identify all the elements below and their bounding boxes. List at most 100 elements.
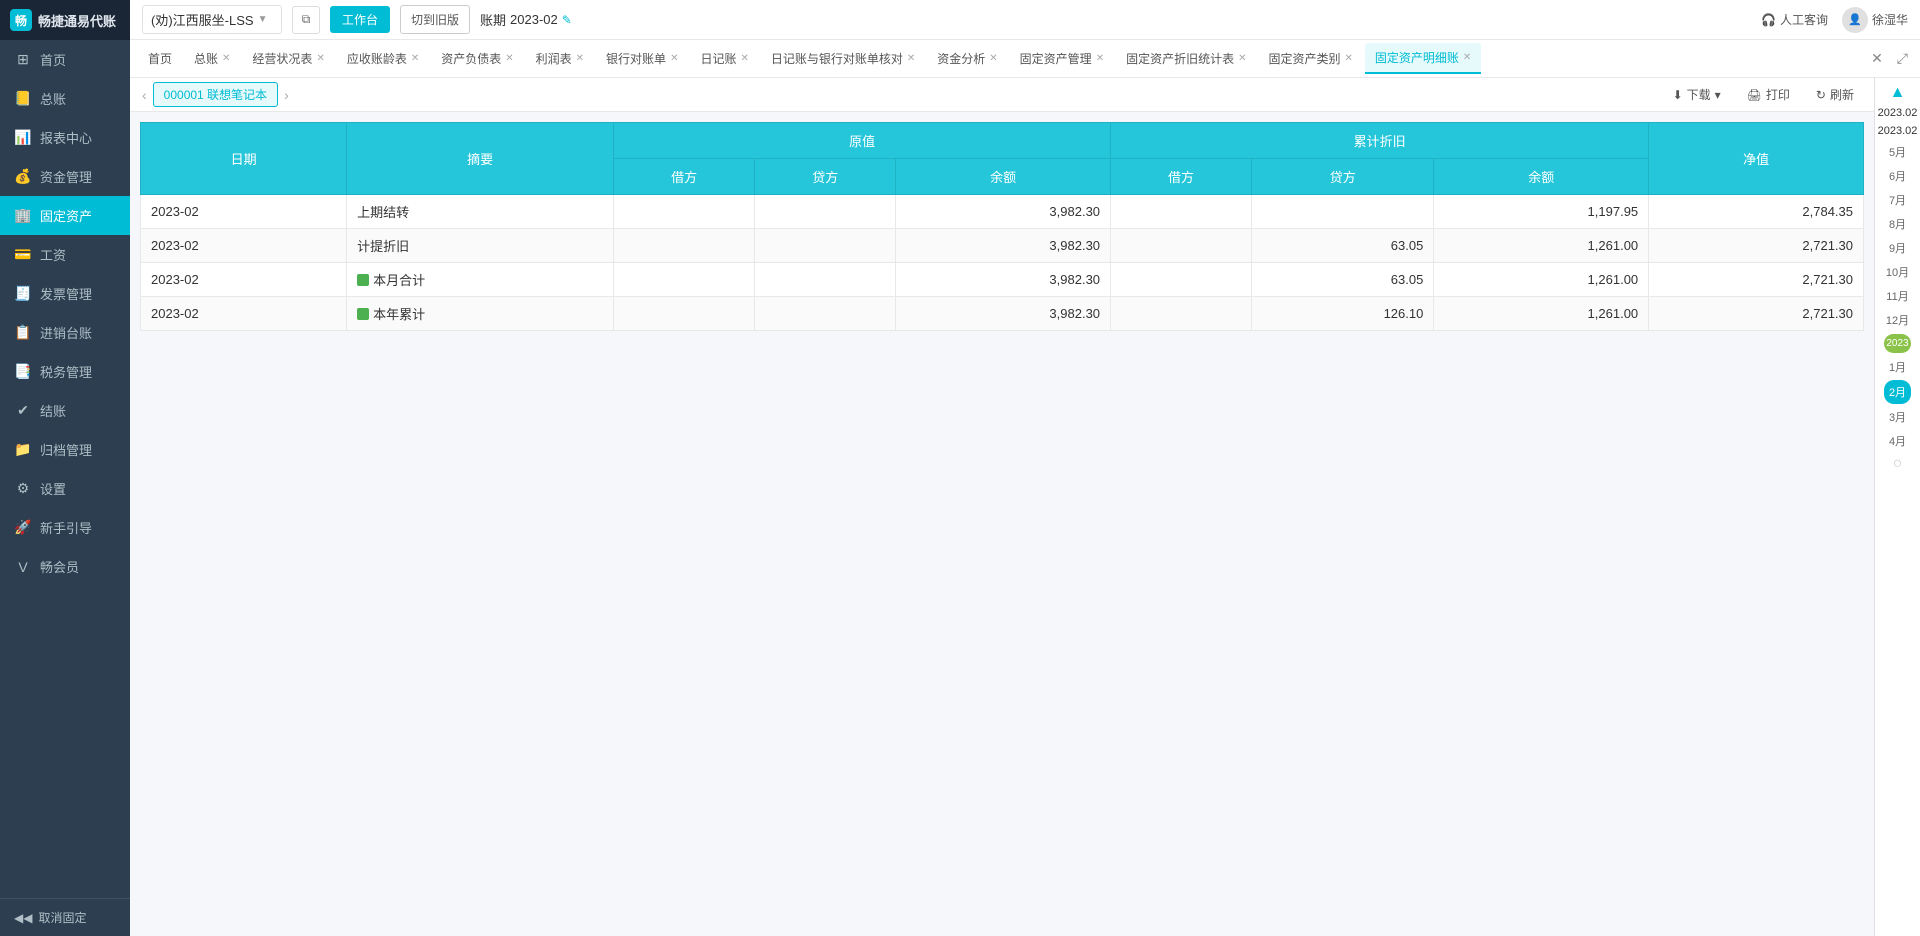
tab-journal[interactable]: 日记账 ✕ — [690, 44, 758, 73]
tab-bank-statement[interactable]: 银行对账单 ✕ — [596, 44, 688, 73]
timeline-item[interactable]: 7月 — [1880, 188, 1914, 212]
cell-net-value: 2,784.35 — [1649, 195, 1864, 229]
sidebar-item-purchase-sales[interactable]: 📋 进销台账 — [0, 313, 130, 352]
tab-management-status[interactable]: 经营状况表 ✕ — [242, 44, 334, 73]
old-version-button[interactable]: 切到旧版 — [400, 5, 470, 34]
tab-fixed-asset-detail-close[interactable]: ✕ — [1463, 52, 1471, 63]
sidebar-item-settings[interactable]: ⚙ 设置 — [0, 469, 130, 508]
timeline-item[interactable]: 8月 — [1880, 212, 1914, 236]
timeline-item[interactable]: 1月 — [1880, 355, 1914, 379]
nav-back-button[interactable]: ‹ — [142, 87, 147, 103]
cell-accum-credit: 63.05 — [1252, 229, 1434, 263]
timeline-item[interactable]: 5月 — [1880, 140, 1914, 164]
breadcrumb-item[interactable]: 000001 联想笔记本 — [153, 82, 278, 107]
tab-profit-close[interactable]: ✕ — [576, 53, 584, 64]
sidebar-item-member[interactable]: V 畅会员 — [0, 547, 130, 586]
copy-button[interactable]: ⧉ — [292, 6, 320, 34]
download-arrow-icon: ▾ — [1715, 88, 1721, 102]
tab-fixed-asset-mgmt-label: 固定资产管理 — [1020, 50, 1092, 67]
col-orig-balance: 余额 — [896, 159, 1111, 195]
timeline-scroll-up[interactable]: ▲ — [1888, 82, 1908, 104]
cell-summary: 上期结转 — [347, 195, 614, 229]
cell-orig-debit — [614, 229, 755, 263]
funds-icon: 💰 — [14, 168, 32, 185]
sidebar-item-fixed-assets[interactable]: 🏢 固定资产 — [0, 196, 130, 235]
sidebar-item-reports[interactable]: 📊 报表中心 — [0, 118, 130, 157]
tab-journal-bank-verify[interactable]: 日记账与银行对账单核对 ✕ — [761, 44, 925, 73]
tab-fixed-asset-mgmt[interactable]: 固定资产管理 ✕ — [1010, 44, 1114, 73]
print-button[interactable]: 🖨 打印 — [1739, 82, 1798, 107]
tab-fixed-depreciation-stat-close[interactable]: ✕ — [1238, 53, 1246, 64]
download-button[interactable]: ⬇ 下载 ▾ — [1665, 82, 1729, 107]
sidebar-item-salary[interactable]: 💳 工资 — [0, 235, 130, 274]
sidebar-item-invoice[interactable]: 🧾 发票管理 — [0, 274, 130, 313]
cell-accum-balance: 1,261.00 — [1434, 229, 1649, 263]
sidebar-item-ledger[interactable]: 📒 总账 — [0, 79, 130, 118]
tab-fixed-asset-detail[interactable]: 固定资产明细账 ✕ — [1365, 43, 1481, 74]
tab-journal-bank-verify-close[interactable]: ✕ — [907, 53, 915, 64]
period-value: 2023-02 — [510, 12, 558, 27]
tab-balance-sheet-close[interactable]: ✕ — [505, 53, 513, 64]
avatar: 👤 — [1842, 7, 1868, 33]
sidebar-item-settlement[interactable]: ✔ 结账 — [0, 391, 130, 430]
print-label: 打印 — [1766, 86, 1790, 103]
tab-receivable-age-close[interactable]: ✕ — [411, 53, 419, 64]
user-menu[interactable]: 👤 徐湿华 — [1842, 7, 1908, 33]
sidebar-item-guide[interactable]: 🚀 新手引导 — [0, 508, 130, 547]
timeline-item[interactable]: 9月 — [1880, 236, 1914, 260]
tab-balance-sheet[interactable]: 资产负债表 ✕ — [431, 44, 523, 73]
tab-home[interactable]: 首页 — [138, 44, 182, 73]
cell-accum-balance: 1,197.95 — [1434, 195, 1649, 229]
nav-forward-button[interactable]: › — [284, 87, 289, 103]
support-link[interactable]: 🎧 人工客询 — [1761, 11, 1828, 28]
tabbar-actions: ✕ ⤢ — [1867, 48, 1912, 69]
logo-text: 畅捷通易代账 — [38, 11, 116, 30]
tab-profit[interactable]: 利润表 ✕ — [526, 44, 594, 73]
tab-journal-close[interactable]: ✕ — [740, 53, 748, 64]
tab-management-status-close[interactable]: ✕ — [316, 53, 324, 64]
tab-fixed-asset-type-close[interactable]: ✕ — [1345, 53, 1353, 64]
sidebar-item-reports-label: 报表中心 — [40, 128, 92, 147]
timeline-item[interactable]: 10月 — [1880, 260, 1914, 284]
sidebar-item-home-label: 首页 — [40, 50, 66, 69]
settlement-icon: ✔ — [14, 402, 32, 419]
timeline-scroll-down[interactable]: ○ — [1891, 453, 1905, 475]
tab-fixed-depreciation-stat[interactable]: 固定资产折旧统计表 ✕ — [1116, 44, 1256, 73]
sidebar-item-ledger-label: 总账 — [40, 89, 66, 108]
sidebar-item-home[interactable]: ⊞ 首页 — [0, 40, 130, 79]
period-info: 账期 2023-02 ✎ — [480, 10, 572, 29]
tab-bank-statement-close[interactable]: ✕ — [670, 53, 678, 64]
timeline-item[interactable]: 11月 — [1880, 284, 1914, 308]
cell-date: 2023-02 — [141, 263, 347, 297]
timeline-item[interactable]: 12月 — [1880, 308, 1914, 332]
subnav: ‹ 000001 联想笔记本 › ⬇ 下载 ▾ 🖨 打印 — [130, 78, 1874, 112]
tab-fund-analysis-close[interactable]: ✕ — [989, 53, 997, 64]
col-accumulated-depreciation: 累计折旧 — [1111, 123, 1649, 159]
purchase-sales-icon: 📋 — [14, 324, 32, 341]
sidebar-item-archive[interactable]: 📁 归档管理 — [0, 430, 130, 469]
sidebar-item-archive-label: 归档管理 — [40, 440, 92, 459]
tab-ledger[interactable]: 总账 ✕ — [184, 44, 240, 73]
timeline-item[interactable]: 3月 — [1880, 405, 1914, 429]
timeline-item[interactable]: 2月 — [1884, 380, 1910, 404]
period-edit-icon[interactable]: ✎ — [562, 13, 572, 27]
tab-fixed-asset-mgmt-close[interactable]: ✕ — [1096, 53, 1104, 64]
company-selector[interactable]: (劝)江西服坐-LSS ▼ — [142, 5, 282, 34]
tab-fixed-asset-type[interactable]: 固定资产类别 ✕ — [1258, 44, 1362, 73]
sidebar-pin-toggle[interactable]: ◀◀ 取消固定 — [0, 898, 130, 936]
sidebar-item-funds[interactable]: 💰 资金管理 — [0, 157, 130, 196]
timeline-item[interactable]: 4月 — [1880, 429, 1914, 453]
tab-receivable-age[interactable]: 应收账龄表 ✕ — [337, 44, 429, 73]
tab-close-all-button[interactable]: ✕ — [1867, 48, 1887, 69]
tab-ledger-close[interactable]: ✕ — [222, 53, 230, 64]
col-orig-debit: 借方 — [614, 159, 755, 195]
refresh-button[interactable]: ↻ 刷新 — [1808, 82, 1862, 107]
timeline-item[interactable]: 6月 — [1880, 164, 1914, 188]
sidebar-item-tax[interactable]: 📑 税务管理 — [0, 352, 130, 391]
tab-expand-button[interactable]: ⤢ — [1893, 48, 1912, 69]
timeline-item[interactable]: 2023 — [1884, 334, 1910, 353]
tab-fund-analysis[interactable]: 资金分析 ✕ — [927, 44, 1007, 73]
workbench-button[interactable]: 工作台 — [330, 6, 390, 33]
table-row: 2023-02 上期结转 3,982.30 1,197.95 2,784.35 — [141, 195, 1864, 229]
timeline-months: 5月6月7月8月9月10月11月12月 2023 1月2月3月4月 — [1880, 140, 1914, 453]
